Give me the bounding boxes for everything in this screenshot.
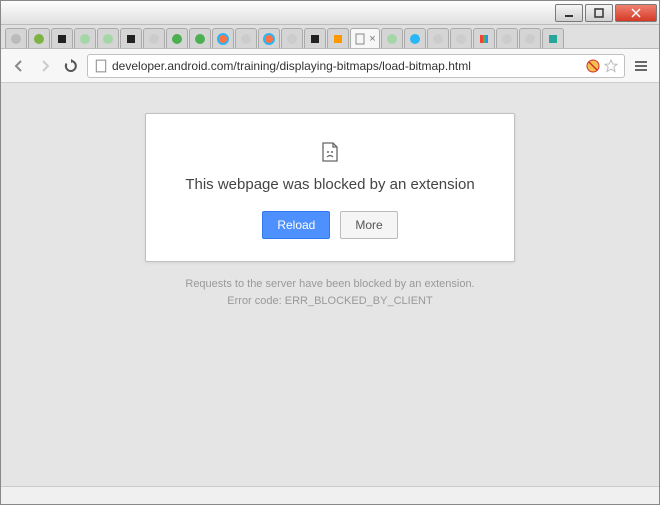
favicon-icon bbox=[478, 33, 490, 45]
favicon-icon bbox=[286, 33, 298, 45]
browser-tab[interactable] bbox=[120, 28, 142, 48]
browser-tab[interactable] bbox=[542, 28, 564, 48]
back-button[interactable] bbox=[9, 56, 29, 76]
address-bar[interactable] bbox=[87, 54, 625, 78]
favicon-icon bbox=[240, 33, 252, 45]
more-button[interactable]: More bbox=[340, 211, 397, 239]
error-heading: This webpage was blocked by an extension bbox=[185, 176, 474, 193]
browser-tab[interactable] bbox=[189, 28, 211, 48]
browser-window: This webpage was blocked by an extension… bbox=[0, 0, 660, 505]
favicon-icon bbox=[125, 33, 137, 45]
favicon-icon bbox=[501, 33, 513, 45]
chrome-menu-button[interactable] bbox=[631, 56, 651, 76]
page-content: This webpage was blocked by an extension… bbox=[1, 83, 659, 486]
favicon-icon bbox=[217, 33, 229, 45]
favicon-icon bbox=[386, 33, 398, 45]
forward-arrow-icon bbox=[37, 58, 53, 74]
status-bar bbox=[1, 486, 659, 504]
browser-tab-active[interactable] bbox=[350, 28, 380, 48]
browser-tab[interactable] bbox=[28, 28, 50, 48]
browser-tab[interactable] bbox=[427, 28, 449, 48]
reload-button[interactable] bbox=[61, 56, 81, 76]
reload-icon bbox=[63, 58, 79, 74]
browser-tab[interactable] bbox=[404, 28, 426, 48]
favicon-icon bbox=[409, 33, 421, 45]
maximize-icon bbox=[594, 8, 604, 18]
browser-tab[interactable] bbox=[5, 28, 27, 48]
window-maximize-button[interactable] bbox=[585, 4, 613, 22]
browser-tab[interactable] bbox=[51, 28, 73, 48]
error-buttons: Reload More bbox=[262, 211, 397, 239]
reload-page-button[interactable]: Reload bbox=[262, 211, 330, 239]
favicon-icon bbox=[263, 33, 275, 45]
browser-tab[interactable] bbox=[281, 28, 303, 48]
browser-tab[interactable] bbox=[304, 28, 326, 48]
window-close-button[interactable] bbox=[615, 4, 657, 22]
page-icon bbox=[94, 59, 108, 73]
favicon-icon bbox=[547, 33, 559, 45]
page-icon bbox=[354, 33, 366, 45]
url-input[interactable] bbox=[112, 59, 586, 73]
browser-tab[interactable] bbox=[473, 28, 495, 48]
browser-tab[interactable] bbox=[235, 28, 257, 48]
tab-strip bbox=[1, 25, 659, 49]
back-arrow-icon bbox=[11, 58, 27, 74]
broken-page-icon bbox=[321, 142, 339, 162]
hamburger-icon bbox=[633, 58, 649, 74]
close-icon bbox=[631, 8, 641, 18]
favicon-icon bbox=[148, 33, 160, 45]
favicon-icon bbox=[524, 33, 536, 45]
window-minimize-button[interactable] bbox=[555, 4, 583, 22]
bookmark-star-icon[interactable] bbox=[604, 59, 618, 73]
favicon-icon bbox=[79, 33, 91, 45]
browser-tab[interactable] bbox=[258, 28, 280, 48]
browser-tab[interactable] bbox=[212, 28, 234, 48]
favicon-icon bbox=[194, 33, 206, 45]
error-details: Requests to the server have been blocked… bbox=[185, 276, 474, 309]
browser-toolbar bbox=[1, 49, 659, 83]
forward-button[interactable] bbox=[35, 56, 55, 76]
browser-tab[interactable] bbox=[166, 28, 188, 48]
favicon-icon bbox=[171, 33, 183, 45]
error-card: This webpage was blocked by an extension… bbox=[145, 113, 515, 262]
browser-tab[interactable] bbox=[381, 28, 403, 48]
favicon-icon bbox=[10, 33, 22, 45]
favicon-icon bbox=[309, 33, 321, 45]
browser-tab[interactable] bbox=[450, 28, 472, 48]
browser-tab[interactable] bbox=[143, 28, 165, 48]
error-code-line: Error code: ERR_BLOCKED_BY_CLIENT bbox=[185, 293, 474, 310]
favicon-icon bbox=[332, 33, 344, 45]
favicon-icon bbox=[432, 33, 444, 45]
favicon-icon bbox=[455, 33, 467, 45]
favicon-icon bbox=[56, 33, 68, 45]
blocked-extension-icon[interactable] bbox=[586, 59, 600, 73]
error-detail-line: Requests to the server have been blocked… bbox=[185, 276, 474, 293]
browser-tab[interactable] bbox=[519, 28, 541, 48]
browser-tab[interactable] bbox=[496, 28, 518, 48]
window-titlebar bbox=[1, 1, 659, 25]
browser-tab[interactable] bbox=[97, 28, 119, 48]
favicon-icon bbox=[33, 33, 45, 45]
favicon-icon bbox=[102, 33, 114, 45]
browser-tab[interactable] bbox=[74, 28, 96, 48]
browser-tab[interactable] bbox=[327, 28, 349, 48]
minimize-icon bbox=[564, 8, 574, 18]
